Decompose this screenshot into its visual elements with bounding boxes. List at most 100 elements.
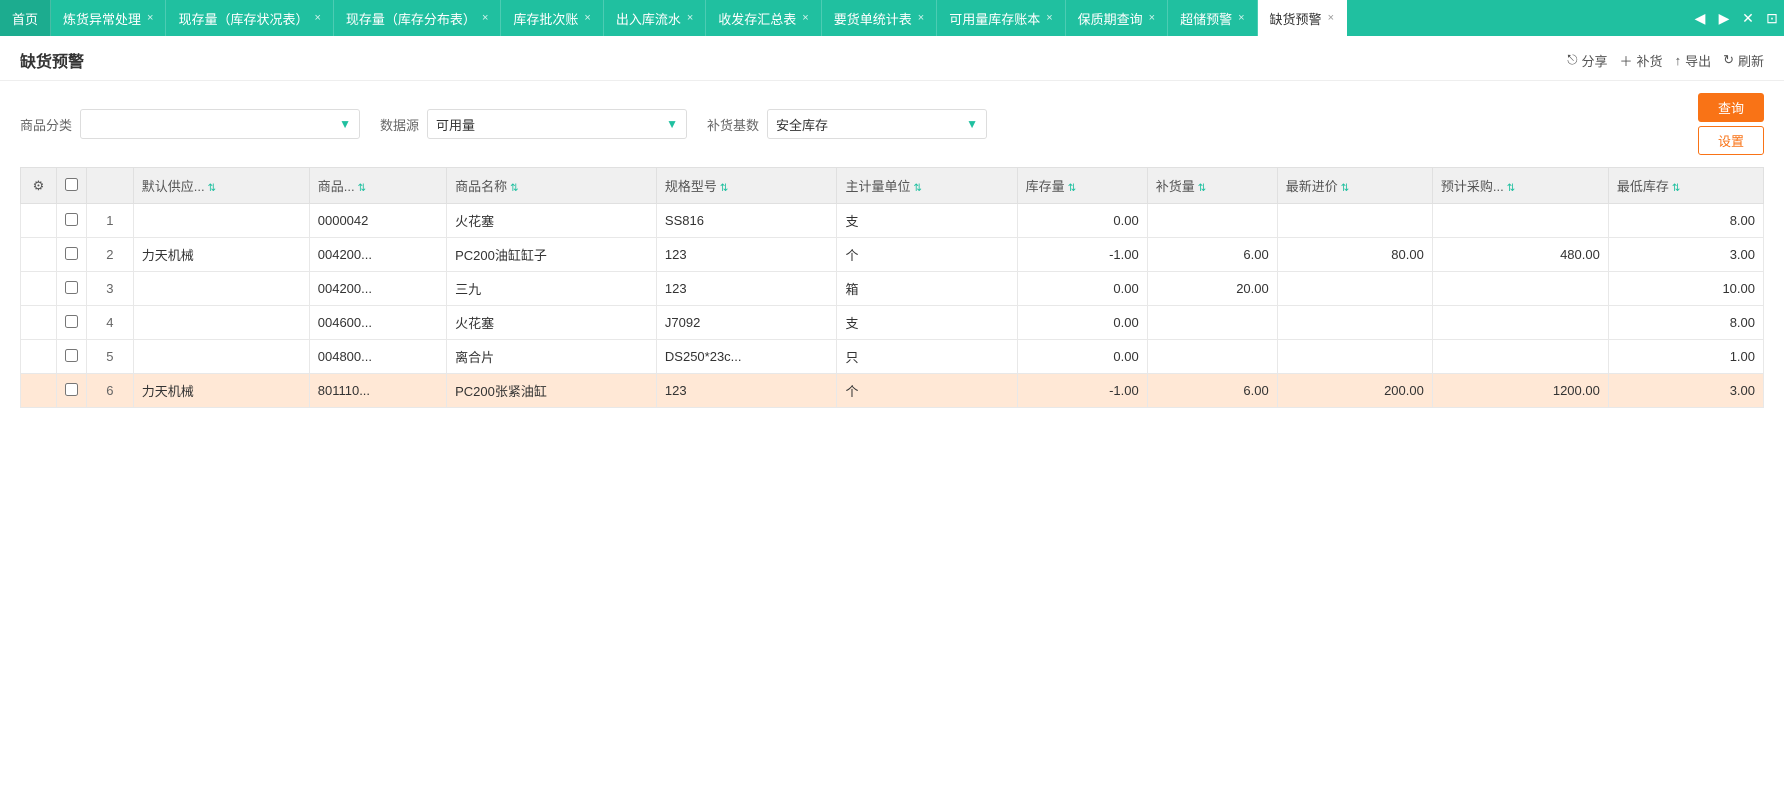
- tab-close-inout-flow[interactable]: ×: [687, 12, 693, 24]
- tab-inout-flow[interactable]: 出入库流水×: [604, 0, 706, 36]
- cell-est_purchase: [1432, 306, 1608, 340]
- query-button[interactable]: 查询: [1698, 93, 1764, 122]
- cell-est_purchase: [1432, 204, 1608, 238]
- cell-check[interactable]: [57, 238, 87, 272]
- replenish-base-select[interactable]: 安全库存 ▼: [767, 109, 987, 139]
- row-checkbox[interactable]: [65, 247, 78, 260]
- cell-check[interactable]: [57, 272, 87, 306]
- row-checkbox[interactable]: [65, 383, 78, 396]
- tab-close-shortage[interactable]: ×: [1328, 12, 1334, 24]
- tab-prev-btn[interactable]: ◀: [1688, 0, 1712, 36]
- tab-shortage[interactable]: 缺货预警×: [1258, 0, 1347, 36]
- tab-order-stats[interactable]: 要货单统计表×: [822, 0, 937, 36]
- cell-check[interactable]: [57, 306, 87, 340]
- cell-unit: 个: [837, 374, 1017, 408]
- refresh-icon: ↻: [1723, 52, 1734, 68]
- tab-close-batch-account[interactable]: ×: [584, 12, 590, 24]
- tab-overstock[interactable]: 超储预警 ×: [1168, 0, 1257, 36]
- table-body: 10000042火花塞SS816支0.008.002力天机械004200...P…: [21, 204, 1764, 408]
- cell-rownum: 2: [87, 238, 134, 272]
- sort-icon-stock: ⇅: [1068, 183, 1076, 194]
- col-header-supplier[interactable]: 默认供应...⇅: [133, 168, 309, 204]
- table-row: 4004600...火花塞J7092支0.008.00: [21, 306, 1764, 340]
- export-btn[interactable]: ↑ 导出: [1675, 51, 1712, 70]
- tab-close-overstock[interactable]: ×: [1238, 12, 1244, 24]
- refresh-btn[interactable]: ↻ 刷新: [1723, 51, 1764, 70]
- col-header-stock[interactable]: 库存量⇅: [1017, 168, 1147, 204]
- cell-replenish: [1147, 306, 1277, 340]
- datasource-select[interactable]: 可用量 ▼: [427, 109, 687, 139]
- cell-spec: J7092: [656, 306, 837, 340]
- tab-close-all-btn[interactable]: ✕: [1736, 0, 1760, 36]
- tab-next-btn[interactable]: ▶: [1712, 0, 1736, 36]
- tab-close-stock-dist[interactable]: ×: [482, 12, 488, 24]
- row-checkbox[interactable]: [65, 349, 78, 362]
- col-header-min_stock[interactable]: 最低库存⇅: [1608, 168, 1763, 204]
- filter-actions: 查询 设置: [1698, 93, 1764, 155]
- tab-close-available-ledger[interactable]: ×: [1046, 12, 1052, 24]
- tab-stock-dist[interactable]: 现存量（库存分布表）×: [334, 0, 501, 36]
- cell-code: 004200...: [309, 238, 446, 272]
- row-checkbox[interactable]: [65, 213, 78, 226]
- datasource-arrow-icon: ▼: [666, 117, 678, 131]
- row-checkbox[interactable]: [65, 315, 78, 328]
- sort-icon-latest_price: ⇅: [1341, 183, 1349, 194]
- tab-stock-status[interactable]: 现存量（库存状况表）×: [166, 0, 333, 36]
- tab-exception[interactable]: 炼货异常处理×: [51, 0, 166, 36]
- cell-min_stock: 8.00: [1608, 306, 1763, 340]
- cell-gear: [21, 204, 57, 238]
- col-header-spec[interactable]: 规格型号⇅: [656, 168, 837, 204]
- col-header-unit[interactable]: 主计量单位⇅: [837, 168, 1017, 204]
- tab-close-order-stats[interactable]: ×: [918, 12, 924, 24]
- cell-code: 004800...: [309, 340, 446, 374]
- tab-close-exception[interactable]: ×: [147, 12, 153, 24]
- col-header-est_purchase[interactable]: 预计采购...⇅: [1432, 168, 1608, 204]
- sort-icon-name: ⇅: [510, 183, 518, 194]
- tab-home[interactable]: 首页: [0, 0, 51, 36]
- tab-label-overstock: 超储预警: [1180, 9, 1232, 28]
- tab-close-receive-summary[interactable]: ×: [802, 12, 808, 24]
- row-checkbox[interactable]: [65, 281, 78, 294]
- select-all-checkbox[interactable]: [65, 178, 78, 191]
- category-select[interactable]: ▼: [80, 109, 360, 139]
- replenish-btn[interactable]: ＋ 补货: [1620, 51, 1663, 70]
- col-header-code[interactable]: 商品...⇅: [309, 168, 446, 204]
- cell-replenish: [1147, 204, 1277, 238]
- cell-code: 004600...: [309, 306, 446, 340]
- table-container: ⚙默认供应...⇅商品...⇅商品名称⇅规格型号⇅主计量单位⇅库存量⇅补货量⇅最…: [0, 167, 1784, 408]
- tab-receive-summary[interactable]: 收发存汇总表×: [706, 0, 821, 36]
- table-row: 5004800...离合片DS250*23c...只0.001.00: [21, 340, 1764, 374]
- share-btn[interactable]: ⎋ 分享: [1567, 51, 1607, 70]
- col-header-rownum: [87, 168, 134, 204]
- col-header-replenish[interactable]: 补货量⇅: [1147, 168, 1277, 204]
- replenish-base-arrow-icon: ▼: [966, 117, 978, 131]
- cell-min_stock: 10.00: [1608, 272, 1763, 306]
- cell-stock: 0.00: [1017, 204, 1147, 238]
- cell-check[interactable]: [57, 204, 87, 238]
- col-header-name[interactable]: 商品名称⇅: [447, 168, 657, 204]
- settings-button[interactable]: 设置: [1698, 126, 1764, 155]
- cell-check[interactable]: [57, 340, 87, 374]
- col-header-latest_price[interactable]: 最新进价⇅: [1277, 168, 1432, 204]
- tab-close-stock-status[interactable]: ×: [314, 12, 320, 24]
- category-filter-group: 商品分类 ▼: [20, 109, 360, 139]
- cell-stock: 0.00: [1017, 306, 1147, 340]
- cell-min_stock: 3.00: [1608, 374, 1763, 408]
- cell-est_purchase: [1432, 272, 1608, 306]
- cell-check[interactable]: [57, 374, 87, 408]
- cell-rownum: 4: [87, 306, 134, 340]
- cell-replenish: 6.00: [1147, 374, 1277, 408]
- table-row: 3004200...三九123箱0.0020.0010.00: [21, 272, 1764, 306]
- tab-close-expiry-query[interactable]: ×: [1149, 12, 1155, 24]
- sort-icon-spec: ⇅: [720, 183, 728, 194]
- cell-name: 火花塞: [447, 204, 657, 238]
- tab-available-ledger[interactable]: 可用量库存账本×: [937, 0, 1065, 36]
- gear-icon[interactable]: ⚙: [33, 178, 45, 193]
- tab-expiry-query[interactable]: 保质期查询×: [1066, 0, 1168, 36]
- filter-bar: 商品分类 ▼ 数据源 可用量 ▼ 补货基数 安全库存 ▼ 查询 设置: [0, 81, 1784, 167]
- cell-stock: 0.00: [1017, 340, 1147, 374]
- tab-restore-btn[interactable]: ⊡: [1760, 0, 1784, 36]
- tab-batch-account[interactable]: 库存批次账×: [501, 0, 603, 36]
- cell-gear: [21, 272, 57, 306]
- cell-supplier: [133, 306, 309, 340]
